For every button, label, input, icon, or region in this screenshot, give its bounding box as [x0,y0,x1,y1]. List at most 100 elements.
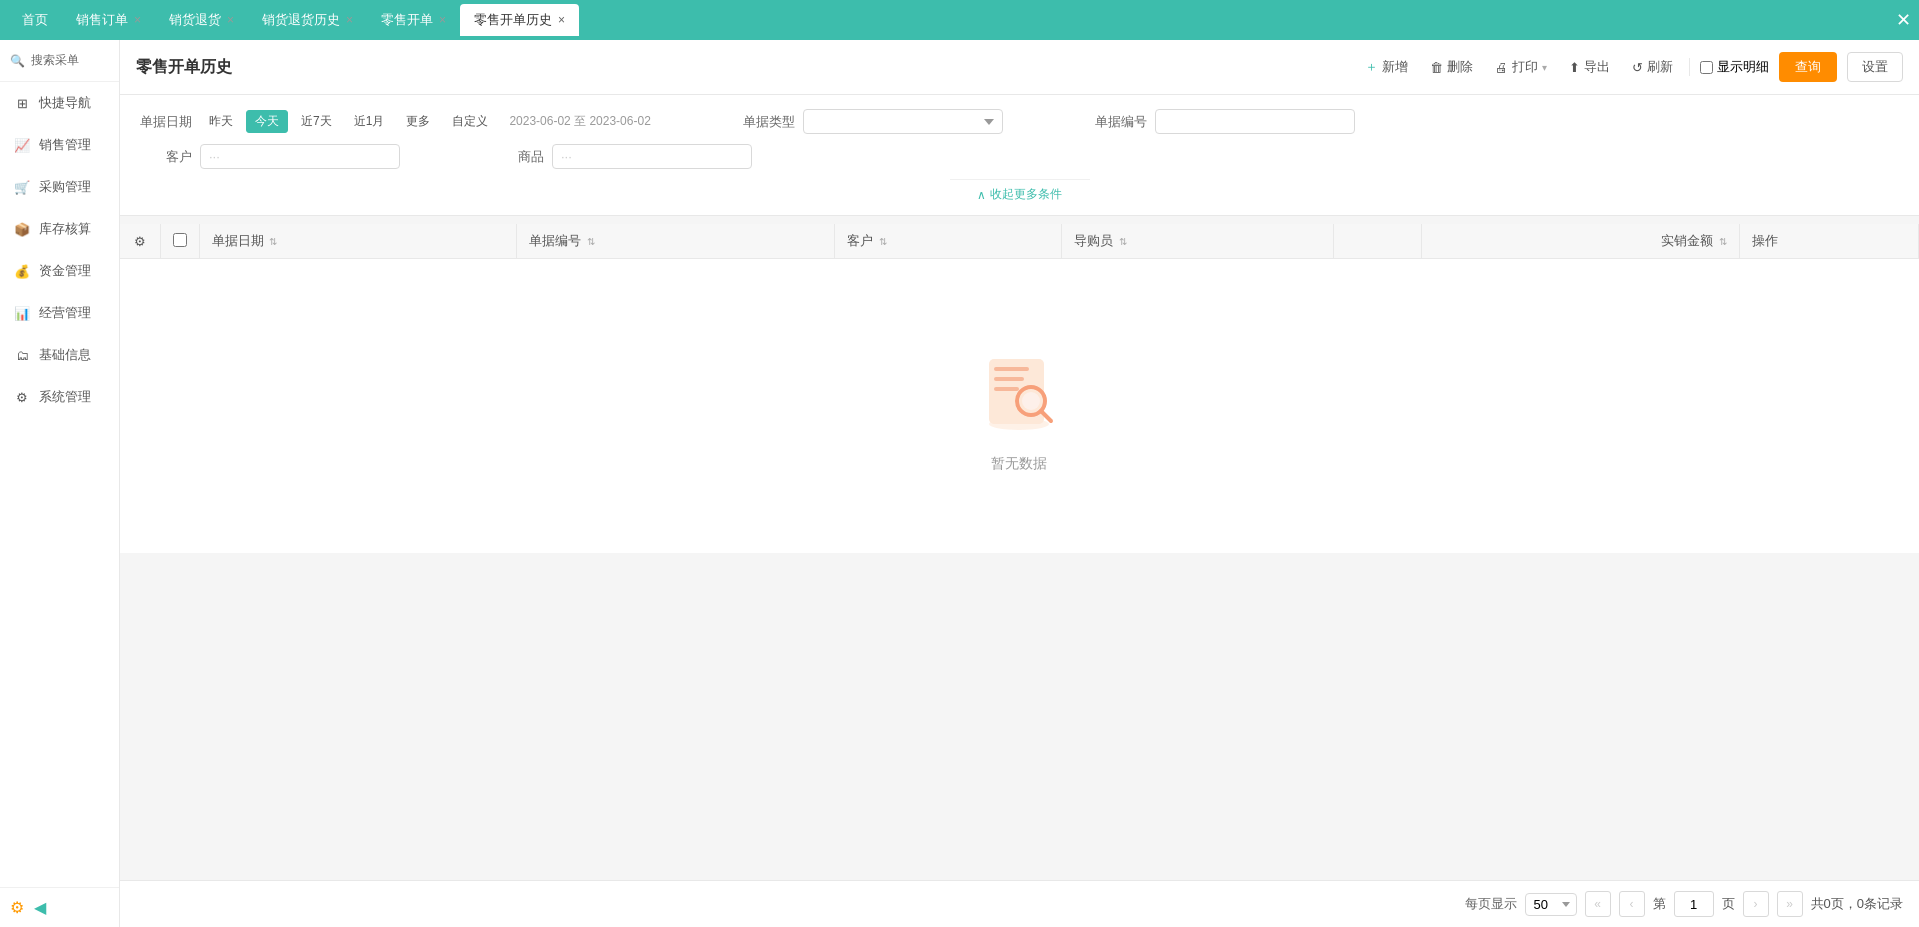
basic-info-icon: 🗂 [13,346,31,364]
product-input[interactable]: ··· [552,144,752,169]
customer-col-label: 客户 [847,233,873,248]
delete-button[interactable]: 🗑 删除 [1424,54,1479,80]
tab-sales-order-close[interactable]: × [134,13,141,27]
toolbar: ＋ 新增 🗑 删除 🖨 打印 ▾ ⬆ 导出 ↺ 刷新 [1359,52,1903,82]
doc-no-input[interactable] [1155,109,1355,134]
operations-icon: 📊 [13,304,31,322]
tab-retail-open-history-close[interactable]: × [558,13,565,27]
date-range-display: 2023-06-02 至 2023-06-02 [509,113,650,130]
salesperson-col-label: 导购员 [1074,233,1113,248]
date-btn-yesterday[interactable]: 昨天 [200,110,242,133]
date-btn-last7[interactable]: 近7天 [292,110,341,133]
print-button[interactable]: 🖨 打印 ▾ [1489,54,1553,80]
customer-col-header[interactable]: 客户 ⇅ [835,224,1062,259]
page-header: 零售开单历史 ＋ 新增 🗑 删除 🖨 打印 ▾ ⬆ 导出 [120,40,1919,95]
table-wrapper: ⚙ 单据日期 ⇅ 单据编号 ⇅ 客户 [120,216,1919,880]
page-number-input[interactable] [1674,891,1714,917]
product-filter-label: 商品 [488,148,544,166]
date-col-header[interactable]: 单据日期 ⇅ [199,224,517,259]
settings-button[interactable]: 设置 [1847,52,1903,82]
export-button[interactable]: ⬆ 导出 [1563,54,1616,80]
doc-type-filter-label: 单据类型 [739,113,795,131]
salesperson-col-header[interactable]: 导购员 ⇅ [1062,224,1334,259]
sidebar-settings-button[interactable]: ⚙ [10,898,24,917]
sidebar-search-label: 搜索采单 [31,52,79,69]
sidebar-item-operations-label: 经营管理 [39,304,91,322]
date-sort-icon: ⇅ [269,236,277,247]
tab-sales-return-close[interactable]: × [227,13,234,27]
tab-retail-open[interactable]: 零售开单 × [367,4,460,36]
tab-sales-order[interactable]: 销售订单 × [62,4,155,36]
add-button[interactable]: ＋ 新增 [1359,54,1414,80]
amount-col-header[interactable]: 实销金额 ⇅ [1422,224,1740,259]
next-page-button[interactable]: › [1743,891,1769,917]
sidebar-item-operations[interactable]: 📊 经营管理 [0,292,119,334]
first-page-button[interactable]: « [1585,891,1611,917]
refresh-label: 刷新 [1647,58,1673,76]
table-header: ⚙ 单据日期 ⇅ 单据编号 ⇅ 客户 [120,224,1919,259]
export-icon: ⬆ [1569,60,1580,75]
sidebar-item-quick-nav[interactable]: ⊞ 快捷导航 [0,82,119,124]
purchase-mgmt-icon: 🛒 [13,178,31,196]
settings-col-header[interactable]: ⚙ [120,224,160,259]
refresh-button[interactable]: ↺ 刷新 [1626,54,1679,80]
filter-panel: 单据日期 昨天 今天 近7天 近1月 更多 自定义 2023-06-02 至 2… [120,95,1919,216]
tab-sales-return[interactable]: 销货退货 × [155,4,248,36]
sidebar-item-sales-mgmt-label: 销售管理 [39,136,91,154]
sidebar-item-basic-info[interactable]: 🗂 基础信息 [0,334,119,376]
query-button[interactable]: 查询 [1779,52,1837,82]
tab-sales-return-history-close[interactable]: × [346,13,353,27]
empty-text: 暂无数据 [991,455,1047,473]
date-btn-more[interactable]: 更多 [397,110,439,133]
sidebar-item-inventory-label: 库存核算 [39,220,91,238]
sales-mgmt-icon: 📈 [13,136,31,154]
tab-retail-open-history[interactable]: 零售开单历史 × [460,4,579,36]
sidebar-item-purchase-mgmt-label: 采购管理 [39,178,91,196]
empty-state: 暂无数据 [120,259,1919,553]
extra-col-header [1334,224,1422,259]
customer-input[interactable]: ··· [200,144,400,169]
sidebar-item-sales-mgmt[interactable]: 📈 销售管理 [0,124,119,166]
sidebar-search[interactable]: 🔍 搜索采单 [0,40,119,82]
export-label: 导出 [1584,58,1610,76]
sidebar-footer: ⚙ ◀ [0,887,119,927]
quick-nav-icon: ⊞ [13,94,31,112]
date-btn-custom[interactable]: 自定义 [443,110,497,133]
add-label: 新增 [1382,58,1408,76]
tab-retail-open-history-label: 零售开单历史 [474,11,552,29]
search-icon: 🔍 [10,54,25,68]
prev-page-button[interactable]: ‹ [1619,891,1645,917]
tab-sales-return-history[interactable]: 销货退货历史 × [248,4,367,36]
collapse-more-conditions[interactable]: ∧ 收起更多条件 [950,179,1090,203]
main-layout: 🔍 搜索采单 ⊞ 快捷导航 📈 销售管理 🛒 采购管理 📦 库存核算 💰 [0,40,1919,927]
docno-sort-icon: ⇅ [587,236,595,247]
tab-retail-open-close[interactable]: × [439,13,446,27]
sidebar-item-purchase-mgmt[interactable]: 🛒 采购管理 [0,166,119,208]
tab-bar: 首页 销售订单 × 销货退货 × 销货退货历史 × 零售开单 × 零售开单历史 … [0,0,1919,40]
sidebar-item-basic-info-label: 基础信息 [39,346,91,364]
display-detail-checkbox-wrapper[interactable]: 显示明细 [1700,58,1769,76]
date-btn-today[interactable]: 今天 [246,110,288,133]
last-page-button[interactable]: » [1777,891,1803,917]
doc-no-filter-label: 单据编号 [1091,113,1147,131]
window-close-button[interactable]: ✕ [1896,11,1911,29]
date-filter-label: 单据日期 [136,113,192,131]
empty-icon [969,339,1069,439]
docno-col-header[interactable]: 单据编号 ⇅ [517,224,835,259]
select-all-checkbox[interactable] [173,233,187,247]
page-size-select[interactable]: 50 10 20 100 [1525,893,1577,916]
content-area: 零售开单历史 ＋ 新增 🗑 删除 🖨 打印 ▾ ⬆ 导出 [120,40,1919,927]
page-label: 第 [1653,895,1666,913]
sidebar-collapse-button[interactable]: ◀ [34,898,46,917]
tab-sales-return-history-label: 销货退货历史 [262,11,340,29]
tab-home[interactable]: 首页 [8,4,62,36]
sidebar-item-sys-mgmt[interactable]: ⚙ 系统管理 [0,376,119,418]
docno-col-label: 单据编号 [529,233,581,248]
sidebar-item-finance[interactable]: 💰 资金管理 [0,250,119,292]
display-detail-checkbox[interactable] [1700,61,1713,74]
customer-filter-label: 客户 [136,148,192,166]
filter-row-date: 单据日期 昨天 今天 近7天 近1月 更多 自定义 2023-06-02 至 2… [136,109,1903,134]
doc-type-select[interactable] [803,109,1003,134]
date-btn-last-month[interactable]: 近1月 [345,110,394,133]
sidebar-item-inventory[interactable]: 📦 库存核算 [0,208,119,250]
